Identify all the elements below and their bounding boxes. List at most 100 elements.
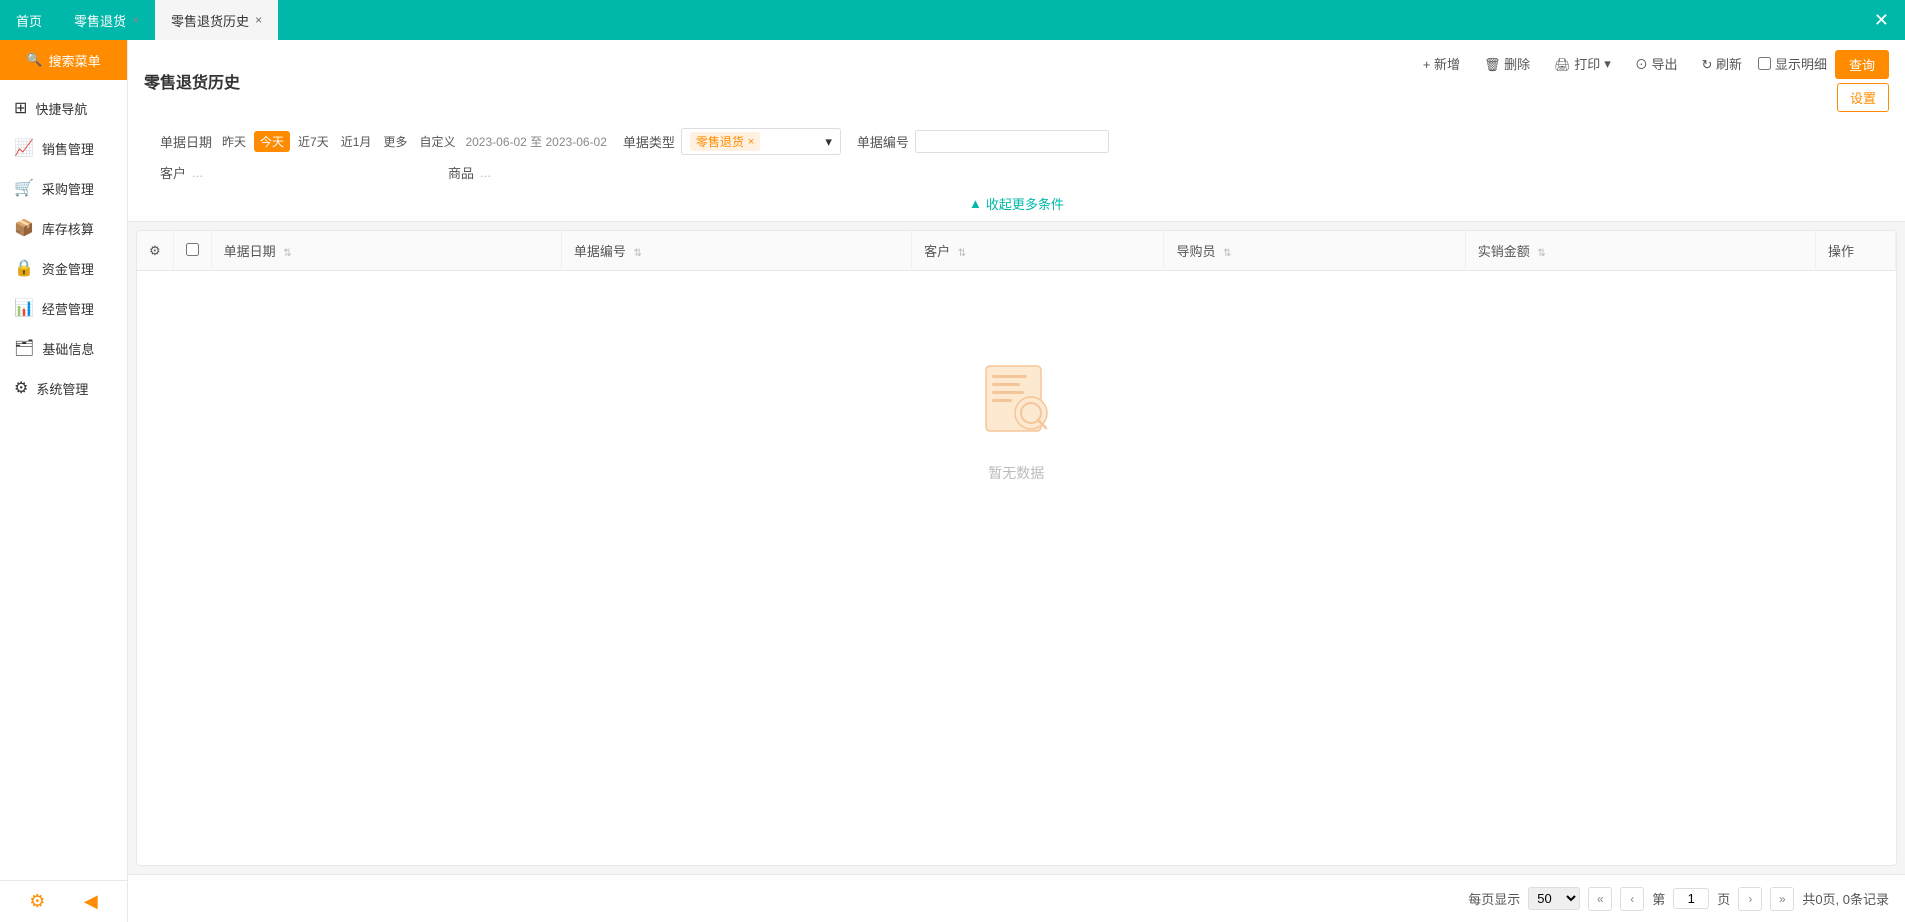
- next-page-btn[interactable]: ›: [1738, 887, 1762, 911]
- tab-retail-return-history[interactable]: 零售退货历史 ×: [155, 0, 278, 40]
- tab-retail-return-history-close[interactable]: ×: [255, 13, 262, 27]
- th-settings[interactable]: ⚙: [137, 231, 173, 271]
- sidebar-item-purchase-mgmt[interactable]: 🛒 采购管理: [0, 168, 127, 208]
- sidebar: 🔍 搜索菜单 ⊞ 快捷导航 📈 销售管理 🛒 采购管理 📦 库存核算 🔒: [0, 40, 128, 922]
- sidebar-item-basic-info-label: 基础信息: [42, 339, 94, 358]
- inventory-icon: 📦: [14, 218, 34, 238]
- date-btn-more[interactable]: 更多: [379, 131, 411, 152]
- date-btn-1month[interactable]: 近1月: [337, 131, 376, 152]
- collapse-sidebar-icon[interactable]: ◀: [84, 891, 98, 912]
- th-amount-label: 实销金额: [1478, 244, 1530, 259]
- purchase-mgmt-icon: 🛒: [14, 178, 34, 198]
- sidebar-item-inventory-label: 库存核算: [42, 219, 94, 238]
- th-customer[interactable]: 客户 ⇅: [912, 231, 1164, 271]
- date-btn-7days[interactable]: 近7天: [294, 131, 333, 152]
- sidebar-item-operations[interactable]: 📊 经营管理: [0, 288, 127, 328]
- collapse-filter-button[interactable]: ▲ 收起更多条件: [160, 190, 1873, 217]
- search-icon: 🔍: [26, 52, 42, 68]
- th-ops-label: 操作: [1828, 244, 1854, 259]
- page-title: 零售退货历史: [144, 69, 240, 93]
- th-checkbox[interactable]: [173, 231, 211, 271]
- sidebar-search[interactable]: 🔍 搜索菜单: [0, 40, 127, 80]
- date-filter-btns: 昨天 今天 近7天 近1月 更多 自定义: [218, 131, 459, 152]
- date-btn-yesterday[interactable]: 昨天: [218, 131, 250, 152]
- print-button[interactable]: 🖨 打印 ▾: [1546, 50, 1619, 77]
- header-actions-row: + 新增 🗑 删除 🖨 打印 ▾ ⊙ 导出 ↻: [1415, 50, 1827, 77]
- doc-type-chip: 零售退货 ×: [690, 132, 760, 151]
- page-label: 第: [1652, 889, 1665, 908]
- setting-button-label: 设置: [1850, 88, 1876, 107]
- finance-icon: 🔒: [14, 258, 34, 278]
- add-button[interactable]: + 新增: [1415, 50, 1468, 77]
- sidebar-item-inventory[interactable]: 📦 库存核算: [0, 208, 127, 248]
- th-customer-label: 客户: [924, 244, 950, 259]
- setting-button[interactable]: 设置: [1837, 83, 1889, 112]
- table-header-row: ⚙ 单据日期 ⇅ 单据编号 ⇅: [137, 231, 1896, 271]
- select-all-checkbox[interactable]: [186, 243, 199, 256]
- print-button-label: 🖨 打印: [1554, 54, 1600, 73]
- empty-state-cell: 暂无数据: [137, 271, 1896, 564]
- page-size-label: 每页显示: [1468, 889, 1520, 908]
- sidebar-bottom: ⚙ ◀: [0, 880, 127, 922]
- sidebar-item-finance-label: 资金管理: [42, 259, 94, 278]
- sidebar-item-quick-nav[interactable]: ⊞ 快捷导航: [0, 88, 127, 128]
- show-detail-input[interactable]: [1758, 57, 1771, 70]
- tab-retail-return[interactable]: 零售退货 ×: [58, 0, 155, 40]
- table-settings-icon[interactable]: ⚙: [149, 243, 161, 258]
- query-button[interactable]: 查询: [1835, 50, 1889, 79]
- top-bar: 首页 零售退货 × 零售退货历史 × ✕: [0, 0, 1905, 40]
- page-header: 零售退货历史 + 新增 🗑 删除 🖨 打印 ▾: [128, 40, 1905, 222]
- sidebar-item-system-mgmt[interactable]: ⚙ 系统管理: [0, 368, 127, 408]
- filter-doc-no: 单据编号: [857, 130, 1109, 153]
- doc-type-chip-close[interactable]: ×: [748, 136, 754, 148]
- sort-icon-amount: ⇅: [1537, 248, 1545, 259]
- th-guide-label: 导购员: [1176, 244, 1215, 259]
- sidebar-item-sales-mgmt-label: 销售管理: [42, 139, 94, 158]
- th-guide[interactable]: 导购员 ⇅: [1164, 231, 1465, 271]
- filter-doc-type-select[interactable]: 零售退货 × ▾: [681, 128, 841, 155]
- sort-icon-doc-date: ⇅: [283, 248, 291, 259]
- tab-home[interactable]: 首页: [0, 0, 58, 40]
- page-size-select[interactable]: 50 100 200: [1528, 887, 1580, 910]
- content-area: 零售退货历史 + 新增 🗑 删除 🖨 打印 ▾: [128, 40, 1905, 922]
- sort-icon-customer: ⇅: [958, 248, 966, 259]
- first-page-btn[interactable]: «: [1588, 887, 1612, 911]
- th-amount[interactable]: 实销金额 ⇅: [1465, 231, 1815, 271]
- filter-row-2: 客户 ... 商品 ...: [160, 163, 1873, 182]
- last-page-btn[interactable]: »: [1770, 887, 1794, 911]
- export-button[interactable]: ⊙ 导出: [1627, 50, 1686, 77]
- filter-doc-no-input[interactable]: [915, 130, 1109, 153]
- add-button-label: + 新增: [1423, 54, 1460, 73]
- show-detail-checkbox[interactable]: 显示明细: [1758, 54, 1827, 73]
- sort-icon-doc-no: ⇅: [634, 248, 642, 259]
- sidebar-item-sales-mgmt[interactable]: 📈 销售管理: [0, 128, 127, 168]
- header-right-actions: + 新增 🗑 删除 🖨 打印 ▾ ⊙ 导出 ↻: [1415, 50, 1889, 112]
- filter-row-1: 单据日期 昨天 今天 近7天 近1月 更多 自定义 2023-06-02 至 2…: [160, 128, 1873, 155]
- sidebar-item-basic-info[interactable]: 🗂 基础信息: [0, 328, 127, 368]
- th-ops: 操作: [1816, 231, 1896, 271]
- filter-goods-input[interactable]: ...: [480, 165, 680, 180]
- page-number-input[interactable]: [1673, 888, 1709, 909]
- delete-button[interactable]: 🗑 删除: [1476, 50, 1538, 77]
- settings-bottom-icon[interactable]: ⚙: [29, 891, 45, 912]
- page-unit: 页: [1717, 889, 1730, 908]
- th-doc-date[interactable]: 单据日期 ⇅: [211, 231, 561, 271]
- filter-doc-no-label: 单据编号: [857, 132, 909, 151]
- tab-retail-return-label: 零售退货: [74, 11, 126, 30]
- refresh-button[interactable]: ↻ 刷新: [1693, 50, 1750, 77]
- th-doc-no[interactable]: 单据编号 ⇅: [561, 231, 911, 271]
- sidebar-item-finance[interactable]: 🔒 资金管理: [0, 248, 127, 288]
- system-mgmt-icon: ⚙: [14, 378, 28, 398]
- operations-icon: 📊: [14, 298, 34, 318]
- sidebar-item-operations-label: 经营管理: [42, 299, 94, 318]
- window-close-button[interactable]: ✕: [1858, 0, 1905, 40]
- query-setting-group: 查询 设置: [1835, 50, 1889, 112]
- date-btn-custom[interactable]: 自定义: [415, 131, 459, 152]
- date-btn-today[interactable]: 今天: [254, 131, 290, 152]
- filter-goods: 商品 ...: [448, 163, 680, 182]
- tab-retail-return-close[interactable]: ×: [132, 13, 139, 27]
- total-label: 共0页, 0条记录: [1802, 889, 1889, 908]
- filter-customer-input[interactable]: ...: [192, 165, 392, 180]
- prev-page-btn[interactable]: ‹: [1620, 887, 1644, 911]
- collapse-filter-label: 收起更多条件: [986, 194, 1064, 213]
